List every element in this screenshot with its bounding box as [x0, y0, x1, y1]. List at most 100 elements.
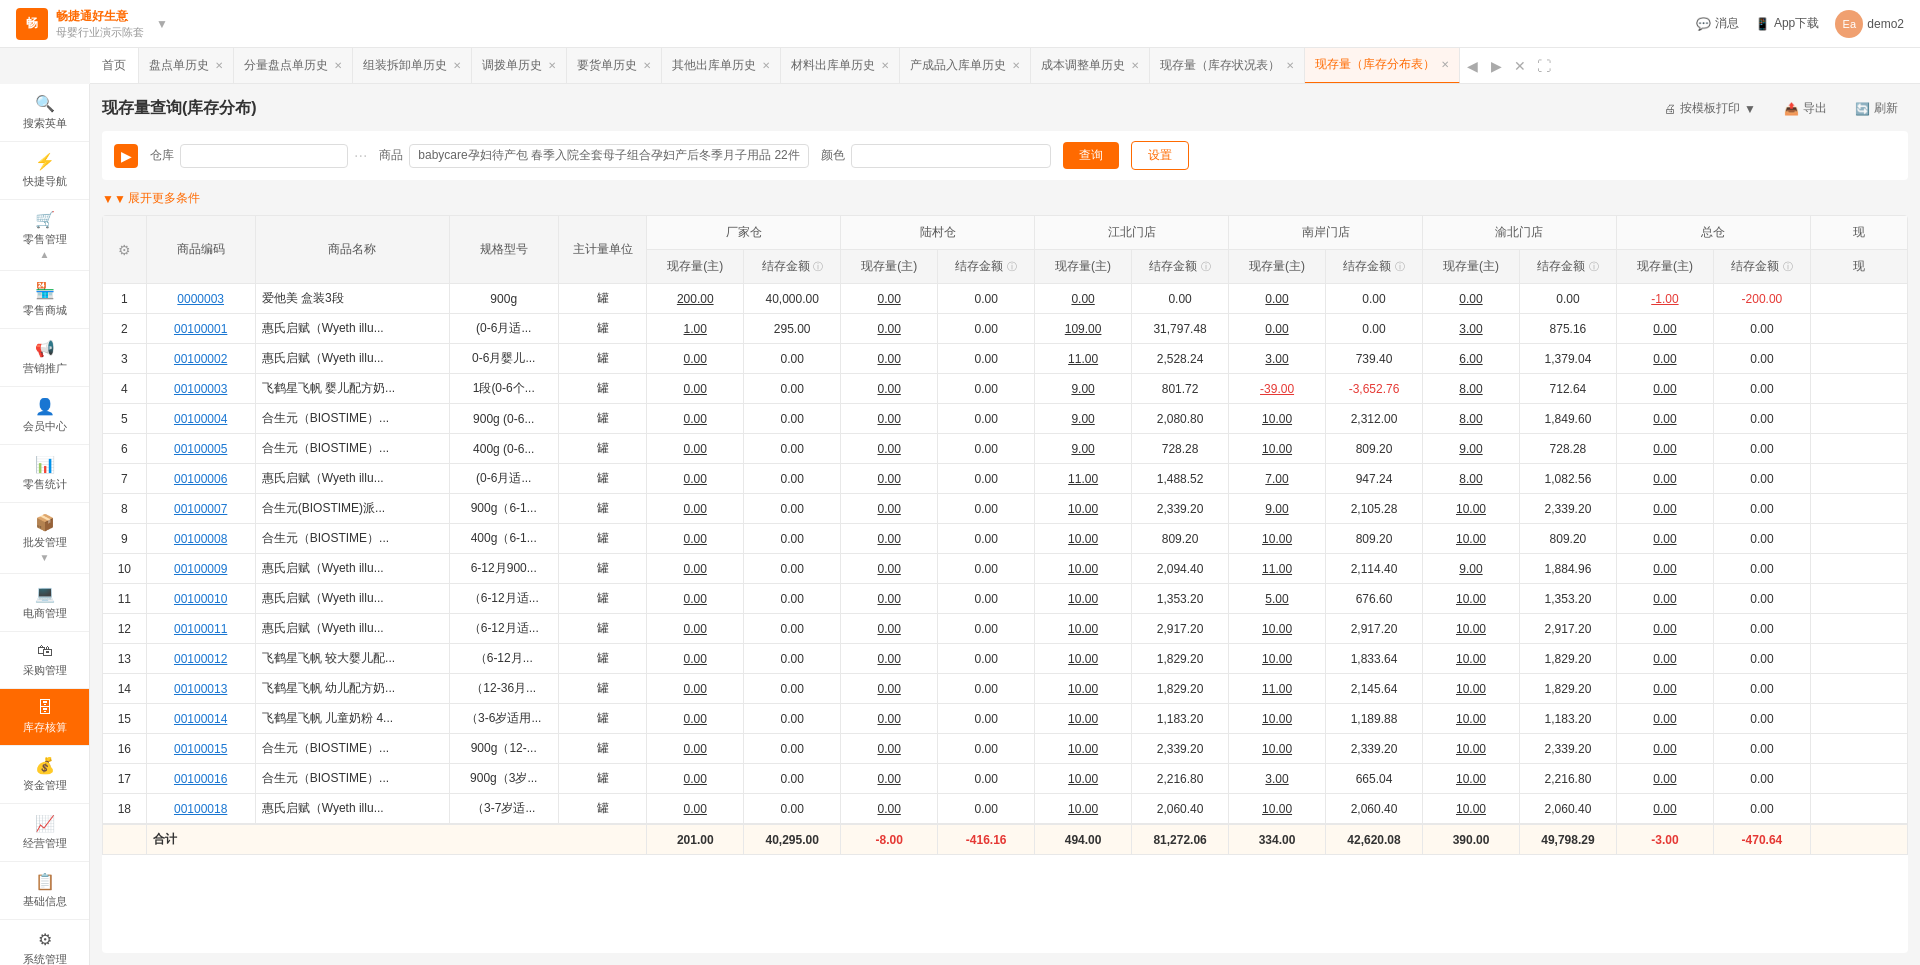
cell-t-qty[interactable]: 0.00: [1616, 404, 1713, 434]
cell-c1-qty[interactable]: 0.00: [647, 584, 744, 614]
cell-t-qty[interactable]: -1.00: [1616, 284, 1713, 314]
cell-c2-qty[interactable]: 0.00: [841, 314, 938, 344]
cell-c4-qty[interactable]: 10.00: [1229, 644, 1326, 674]
cell-c3-qty[interactable]: 9.00: [1035, 404, 1132, 434]
cell-t-qty[interactable]: 0.00: [1616, 614, 1713, 644]
cell-c4-qty[interactable]: 3.00: [1229, 764, 1326, 794]
cell-c3-qty[interactable]: 10.00: [1035, 764, 1132, 794]
cell-c1-qty[interactable]: 200.00: [647, 284, 744, 314]
sidebar-item-search[interactable]: 🔍 搜索英单: [0, 84, 89, 142]
cell-c4-qty[interactable]: -39.00: [1229, 374, 1326, 404]
tab-cheng-ben[interactable]: 成本调整单历史 ✕: [1031, 48, 1150, 84]
cell-c3-qty[interactable]: 0.00: [1035, 284, 1132, 314]
cell-c2-qty[interactable]: 0.00: [841, 554, 938, 584]
tab-home[interactable]: 首页: [90, 48, 139, 84]
cell-c3-qty[interactable]: 10.00: [1035, 494, 1132, 524]
tab-close-icon[interactable]: ✕: [334, 60, 342, 71]
cell-c5-qty[interactable]: 8.00: [1423, 404, 1520, 434]
cell-c5-qty[interactable]: 8.00: [1423, 374, 1520, 404]
warehouse-input[interactable]: [180, 144, 348, 168]
cell-c2-qty[interactable]: 0.00: [841, 494, 938, 524]
cell-c3-qty[interactable]: 10.00: [1035, 614, 1132, 644]
cell-c4-qty[interactable]: 7.00: [1229, 464, 1326, 494]
cell-c4-qty[interactable]: 11.00: [1229, 674, 1326, 704]
tab-tiao-bo[interactable]: 调拨单历史 ✕: [472, 48, 567, 84]
cell-code[interactable]: 00100008: [146, 524, 255, 554]
sidebar-item-wholesale[interactable]: 📦 批发管理 ▼: [0, 503, 89, 574]
cell-code[interactable]: 00100006: [146, 464, 255, 494]
cell-c4-qty[interactable]: 9.00: [1229, 494, 1326, 524]
cell-t-qty[interactable]: 0.00: [1616, 554, 1713, 584]
cell-c3-qty[interactable]: 10.00: [1035, 554, 1132, 584]
tab-fen-pan[interactable]: 分量盘点单历史 ✕: [234, 48, 353, 84]
cell-code[interactable]: 00100011: [146, 614, 255, 644]
cell-c1-qty[interactable]: 0.00: [647, 434, 744, 464]
cell-c5-qty[interactable]: 10.00: [1423, 614, 1520, 644]
cell-code[interactable]: 00100009: [146, 554, 255, 584]
cell-c5-qty[interactable]: 10.00: [1423, 524, 1520, 554]
cell-code[interactable]: 00100005: [146, 434, 255, 464]
cell-code[interactable]: 00100014: [146, 704, 255, 734]
tab-prev-btn[interactable]: ◀: [1460, 48, 1484, 84]
cell-t-qty[interactable]: 0.00: [1616, 584, 1713, 614]
color-input[interactable]: [851, 144, 1051, 168]
sidebar-item-purchase[interactable]: 🛍 采购管理: [0, 632, 89, 689]
cell-c2-qty[interactable]: 0.00: [841, 284, 938, 314]
sidebar-item-retail-shop[interactable]: 🏪 零售商城: [0, 271, 89, 329]
sidebar-item-quick[interactable]: ⚡ 快捷导航: [0, 142, 89, 200]
tab-close-icon[interactable]: ✕: [643, 60, 651, 71]
cell-c1-qty[interactable]: 0.00: [647, 704, 744, 734]
tab-ca-liao[interactable]: 材料出库单历史 ✕: [781, 48, 900, 84]
cell-t-qty[interactable]: 0.00: [1616, 674, 1713, 704]
cell-c4-qty[interactable]: 10.00: [1229, 794, 1326, 825]
cell-c1-qty[interactable]: 0.00: [647, 374, 744, 404]
cell-c5-qty[interactable]: 10.00: [1423, 734, 1520, 764]
sidebar-item-marketing[interactable]: 📢 营销推广: [0, 329, 89, 387]
export-btn[interactable]: 📤 导出: [1774, 96, 1837, 121]
cell-code[interactable]: 0000003: [146, 284, 255, 314]
sidebar-item-finance[interactable]: 💰 资金管理: [0, 746, 89, 804]
cell-c1-qty[interactable]: 0.00: [647, 344, 744, 374]
query-btn[interactable]: 查询: [1063, 142, 1119, 169]
cell-c3-qty[interactable]: 9.00: [1035, 374, 1132, 404]
cell-c4-qty[interactable]: 10.00: [1229, 734, 1326, 764]
cell-c5-qty[interactable]: 6.00: [1423, 344, 1520, 374]
cell-code[interactable]: 00100015: [146, 734, 255, 764]
cell-code[interactable]: 00100003: [146, 374, 255, 404]
cell-c3-qty[interactable]: 11.00: [1035, 344, 1132, 374]
cell-c3-qty[interactable]: 10.00: [1035, 674, 1132, 704]
sidebar-item-member[interactable]: 👤 会员中心: [0, 387, 89, 445]
set-btn[interactable]: 设置: [1131, 141, 1189, 170]
cell-t-qty[interactable]: 0.00: [1616, 704, 1713, 734]
message-btn[interactable]: 💬 消息: [1696, 15, 1739, 32]
cell-c2-qty[interactable]: 0.00: [841, 524, 938, 554]
tab-chan-pin[interactable]: 产成品入库单历史 ✕: [900, 48, 1031, 84]
cell-c1-qty[interactable]: 0.00: [647, 614, 744, 644]
tab-yao-huo[interactable]: 要货单历史 ✕: [567, 48, 662, 84]
sidebar-item-retail-stat[interactable]: 📊 零售统计: [0, 445, 89, 503]
cell-code[interactable]: 00100013: [146, 674, 255, 704]
cell-t-qty[interactable]: 0.00: [1616, 764, 1713, 794]
app-download-btn[interactable]: 📱 App下载: [1755, 15, 1819, 32]
tab-pan-single[interactable]: 盘点单历史 ✕: [139, 48, 234, 84]
cell-c2-qty[interactable]: 0.00: [841, 614, 938, 644]
cell-c4-qty[interactable]: 10.00: [1229, 404, 1326, 434]
cell-c5-qty[interactable]: 9.00: [1423, 554, 1520, 584]
cell-c1-qty[interactable]: 0.00: [647, 404, 744, 434]
tab-close-icon[interactable]: ✕: [1012, 60, 1020, 71]
cell-c4-qty[interactable]: 3.00: [1229, 344, 1326, 374]
cell-c2-qty[interactable]: 0.00: [841, 404, 938, 434]
cell-t-qty[interactable]: 0.00: [1616, 314, 1713, 344]
cell-c4-qty[interactable]: 0.00: [1229, 284, 1326, 314]
cell-code[interactable]: 00100016: [146, 764, 255, 794]
cell-c2-qty[interactable]: 0.00: [841, 344, 938, 374]
cell-c2-qty[interactable]: 0.00: [841, 584, 938, 614]
tab-close-all-btn[interactable]: ✕: [1508, 48, 1532, 84]
cell-c4-qty[interactable]: 10.00: [1229, 524, 1326, 554]
cell-t-qty[interactable]: 0.00: [1616, 344, 1713, 374]
sidebar-item-ecom[interactable]: 💻 电商管理: [0, 574, 89, 632]
cell-t-qty[interactable]: 0.00: [1616, 434, 1713, 464]
cell-c2-qty[interactable]: 0.00: [841, 764, 938, 794]
cell-c5-qty[interactable]: 10.00: [1423, 584, 1520, 614]
cell-c5-qty[interactable]: 9.00: [1423, 434, 1520, 464]
